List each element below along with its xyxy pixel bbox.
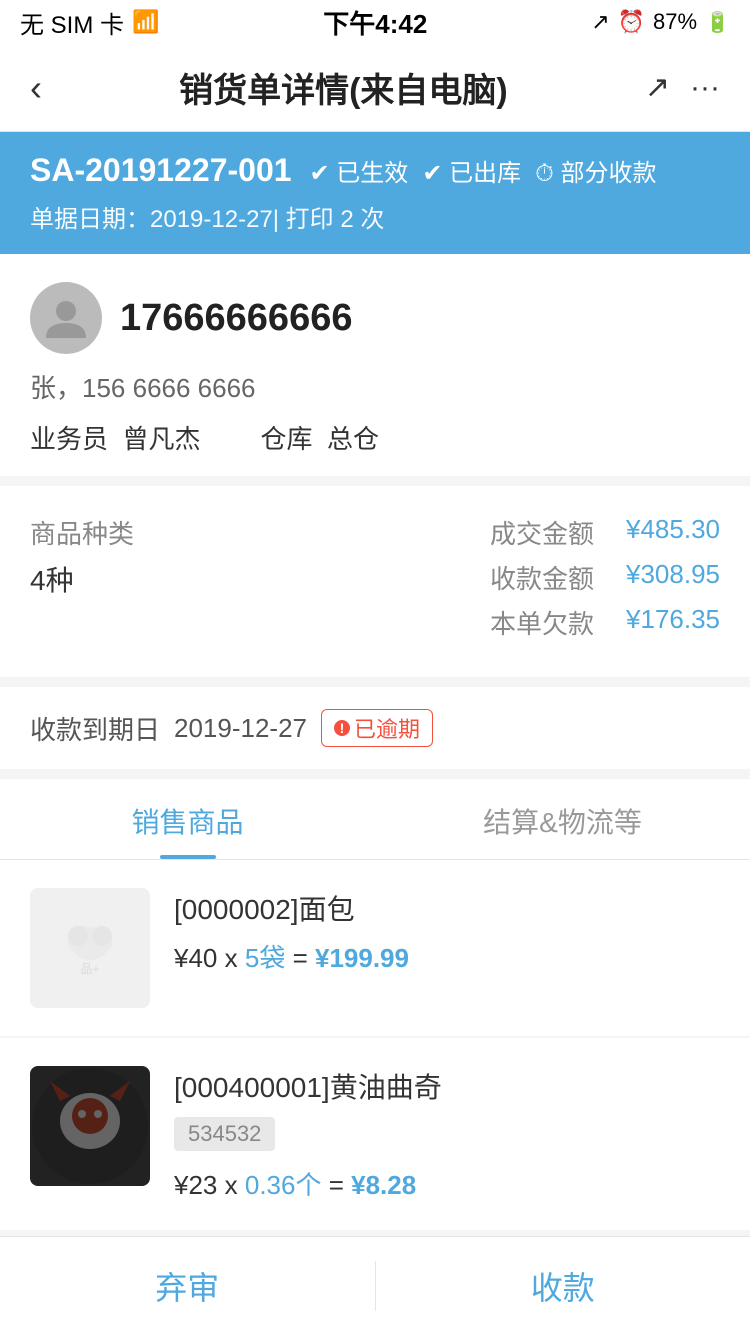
debt-row: 本单欠款 ¥176.35 bbox=[490, 604, 720, 641]
due-date-label: 收款到期日 bbox=[30, 710, 160, 747]
order-status-badges: ✔ 已生效 ✔ 已出库 ⏱ 部分收款 bbox=[310, 153, 657, 188]
received-value: ¥308.95 bbox=[610, 559, 720, 596]
received-label: 收款金额 bbox=[490, 559, 594, 596]
total-price: ¥199.99 bbox=[315, 943, 409, 973]
debt-value: ¥176.35 bbox=[610, 604, 720, 641]
quantity: 0.36个 bbox=[245, 1170, 322, 1200]
product-thumbnail bbox=[30, 1066, 150, 1186]
overdue-text: 已逾期 bbox=[354, 712, 420, 744]
tabs: 销售商品 结算&物流等 bbox=[0, 779, 750, 860]
order-banner-date-row: 单据日期：2019-12-27| 打印 2 次 bbox=[30, 199, 720, 234]
customer-card: 17666666666 张，156 6666 6666 业务员 曾凡杰 仓库 总… bbox=[0, 254, 750, 476]
product-name: [000400001]黄油曲奇 bbox=[174, 1066, 720, 1106]
overdue-icon: ! bbox=[334, 720, 350, 736]
product-title: 面包 bbox=[299, 894, 355, 925]
category-label: 商品种类 bbox=[30, 514, 134, 551]
date-label: 单据日期： bbox=[30, 206, 150, 233]
stats-right: 成交金额 ¥485.30 收款金额 ¥308.95 本单欠款 ¥176.35 bbox=[490, 514, 720, 649]
warehouse-field: 仓库 总仓 bbox=[260, 419, 378, 456]
product-item: [000400001]黄油曲奇 534532 ¥23 x 0.36个 = ¥8.… bbox=[0, 1038, 750, 1230]
due-date-row: 收款到期日 2019-12-27 ! 已逾期 bbox=[0, 687, 750, 769]
amount-value: ¥485.30 bbox=[610, 514, 720, 551]
stats-left: 商品种类 4种 bbox=[30, 514, 134, 599]
product-price: ¥40 x 5袋 = ¥199.99 bbox=[174, 938, 720, 975]
salesperson-field: 业务员 曾凡杰 bbox=[30, 419, 200, 456]
warehouse-value: 总仓 bbox=[327, 424, 379, 454]
nav-bar: ‹ 销货单详情(来自电脑) ↗ ··· bbox=[0, 44, 750, 132]
amount-row: 成交金额 ¥485.30 bbox=[490, 514, 720, 551]
carrier-label: 无 SIM 卡 bbox=[20, 5, 124, 40]
category-value: 4种 bbox=[30, 559, 134, 599]
print-info: | 打印 2 次 bbox=[273, 206, 385, 233]
tab-sales-products[interactable]: 销售商品 bbox=[0, 779, 375, 859]
share-icon[interactable]: ↗ bbox=[645, 70, 670, 105]
unit-price: ¥40 bbox=[174, 943, 217, 973]
cancel-audit-button[interactable]: 弃审 bbox=[0, 1243, 375, 1329]
received-row: 收款金额 ¥308.95 bbox=[490, 559, 720, 596]
status-badge-partial: ⏱ 部分收款 bbox=[535, 153, 656, 188]
product-thumbnail: 品+ bbox=[30, 888, 150, 1008]
page-title: 销货单详情(来自电脑) bbox=[179, 63, 508, 112]
status-badge-effected: ✔ 已生效 bbox=[310, 153, 409, 188]
product-id: [0000002] bbox=[174, 894, 299, 925]
product-info: [0000002]面包 ¥40 x 5袋 = ¥199.99 bbox=[174, 888, 720, 975]
status-badge-shipped: ✔ 已出库 bbox=[422, 153, 521, 188]
status-left: 无 SIM 卡 📶 bbox=[20, 5, 159, 40]
salesperson-value: 曾凡杰 bbox=[122, 424, 200, 454]
product-item: 品+ [0000002]面包 ¥40 x 5袋 = ¥199.99 bbox=[0, 860, 750, 1036]
due-date-value: 2019-12-27 bbox=[174, 713, 307, 744]
unit-price: ¥23 bbox=[174, 1170, 217, 1200]
status-time: 下午4:42 bbox=[323, 4, 427, 41]
amount-label: 成交金额 bbox=[490, 514, 594, 551]
avatar bbox=[30, 282, 102, 354]
battery-icon: 🔋 bbox=[705, 10, 730, 35]
customer-meta: 业务员 曾凡杰 仓库 总仓 bbox=[30, 419, 720, 456]
collect-payment-button[interactable]: 收款 bbox=[376, 1243, 750, 1329]
warehouse-label: 仓库 bbox=[260, 424, 312, 454]
order-banner-row1: SA-20191227-001 ✔ 已生效 ✔ 已出库 ⏱ 部分收款 bbox=[30, 152, 720, 189]
status-bar: 无 SIM 卡 📶 下午4:42 ↗ ⏰ 87% 🔋 bbox=[0, 0, 750, 44]
battery-label: 87% bbox=[653, 9, 697, 35]
quantity: 5袋 bbox=[245, 943, 285, 973]
customer-top: 17666666666 bbox=[30, 282, 720, 354]
product-info: [000400001]黄油曲奇 534532 ¥23 x 0.36个 = ¥8.… bbox=[174, 1066, 720, 1202]
customer-name: 17666666666 bbox=[120, 297, 352, 340]
alarm-icon: ⏰ bbox=[618, 9, 645, 35]
debt-label: 本单欠款 bbox=[490, 604, 594, 641]
stats-card: 商品种类 4种 成交金额 ¥485.30 收款金额 ¥308.95 本单欠款 ¥… bbox=[0, 486, 750, 677]
salesperson-label: 业务员 bbox=[30, 424, 108, 454]
order-date: 2019-12-27 bbox=[150, 206, 273, 233]
order-banner: SA-20191227-001 ✔ 已生效 ✔ 已出库 ⏱ 部分收款 单据日期：… bbox=[0, 132, 750, 254]
location-icon: ↗ bbox=[591, 9, 609, 35]
nav-icons: ↗ ··· bbox=[645, 70, 720, 105]
wifi-icon: 📶 bbox=[132, 9, 159, 35]
product-id: [000400001] bbox=[174, 1072, 330, 1103]
back-button[interactable]: ‹ bbox=[30, 67, 42, 109]
product-title: 黄油曲奇 bbox=[330, 1072, 442, 1103]
status-right: ↗ ⏰ 87% 🔋 bbox=[591, 9, 730, 35]
product-price: ¥23 x 0.36个 = ¥8.28 bbox=[174, 1165, 720, 1202]
svg-text:品+: 品+ bbox=[80, 962, 99, 976]
overdue-badge: ! 已逾期 bbox=[321, 709, 433, 747]
tab-settlement[interactable]: 结算&物流等 bbox=[375, 779, 750, 859]
product-name: [0000002]面包 bbox=[174, 888, 720, 928]
total-price: ¥8.28 bbox=[351, 1170, 416, 1200]
more-icon[interactable]: ··· bbox=[690, 71, 720, 105]
order-id: SA-20191227-001 bbox=[30, 152, 292, 189]
bottom-bar: 弃审 收款 bbox=[0, 1236, 750, 1334]
customer-info: 张，156 6666 6666 bbox=[30, 368, 720, 405]
product-tag: 534532 bbox=[174, 1117, 275, 1151]
